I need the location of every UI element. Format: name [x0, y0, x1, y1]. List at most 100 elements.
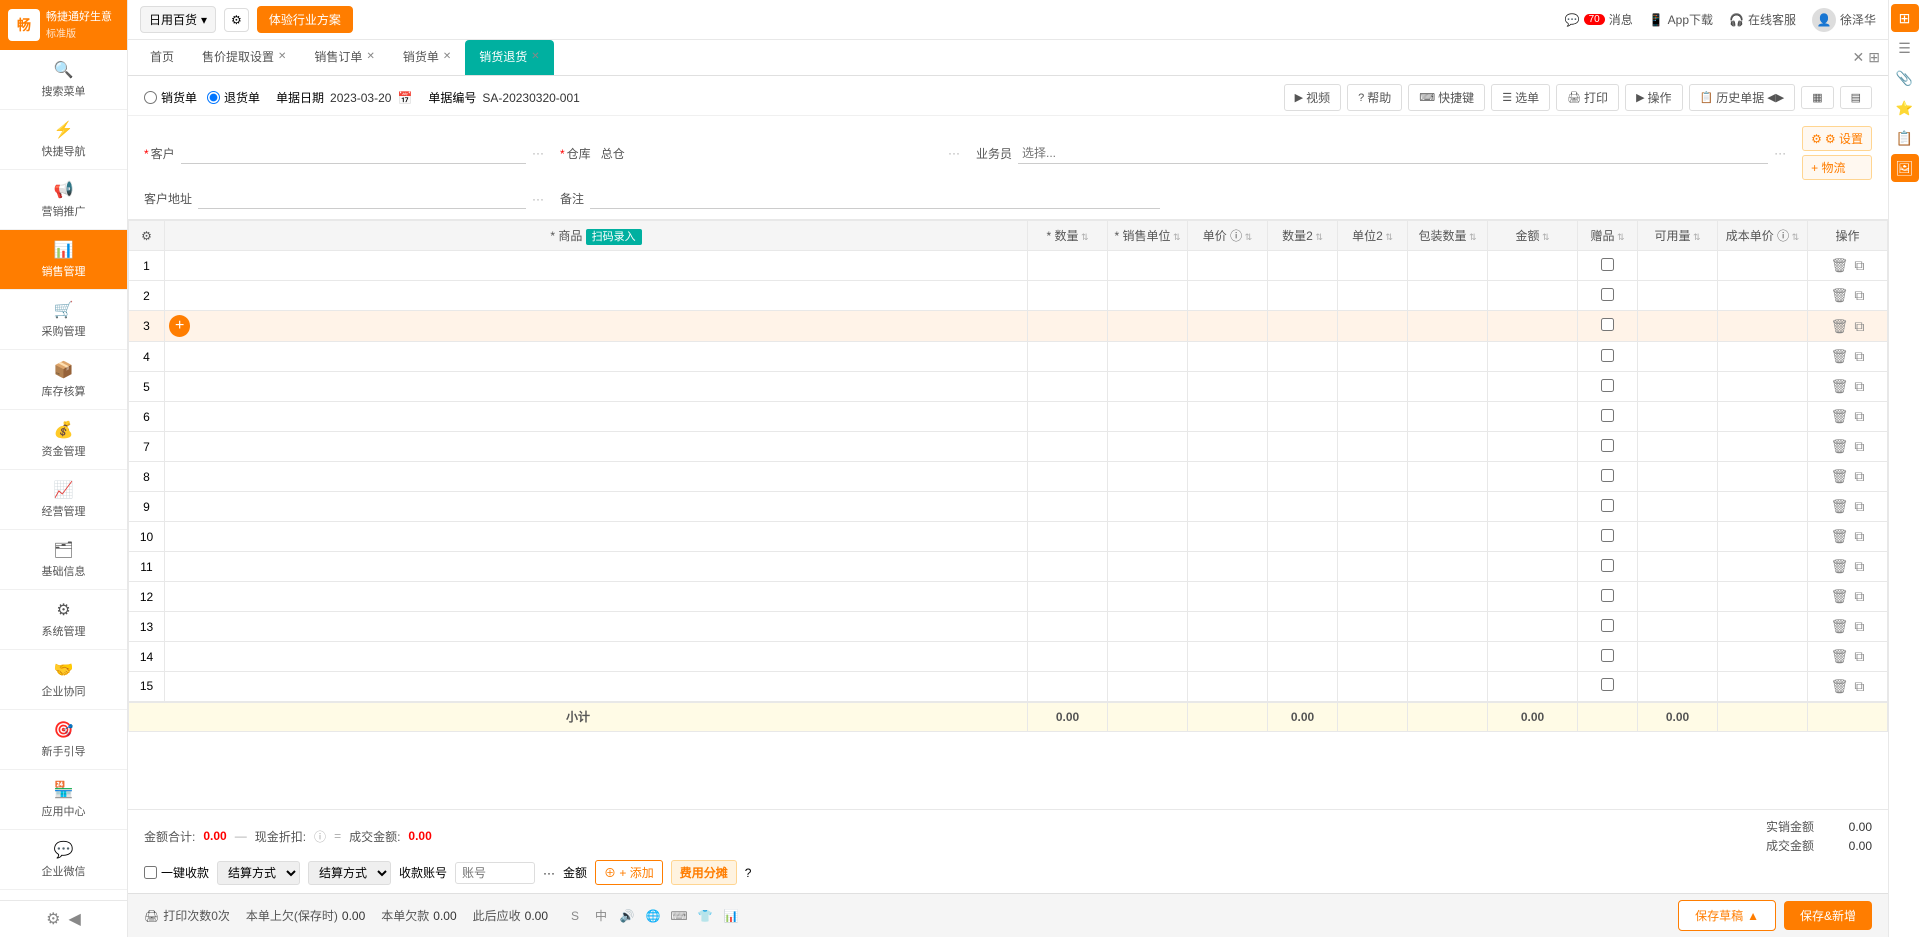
cell-price-3[interactable] — [1188, 311, 1268, 342]
qty-input-9[interactable] — [1032, 500, 1103, 514]
cell-qty-6[interactable] — [1028, 402, 1108, 432]
cell-unit2-14[interactable] — [1338, 642, 1408, 672]
qty-input-12[interactable] — [1032, 590, 1103, 604]
cell-pkg-5[interactable] — [1408, 372, 1488, 402]
cell-unit-1[interactable] — [1108, 251, 1188, 281]
sidebar-item-finance[interactable]: 💰 资金管理 — [0, 410, 127, 470]
row-delete-btn-2[interactable]: 🗑 — [1831, 287, 1849, 304]
operate-btn[interactable]: ▶ 操作 — [1625, 84, 1682, 111]
sidebar-item-guide[interactable]: 🎯 新手引导 — [0, 710, 127, 770]
online-service-item[interactable]: 🎧 在线客服 — [1729, 11, 1796, 28]
sidebar-settings-btn[interactable]: ⚙ — [46, 909, 60, 929]
cell-gift-3[interactable] — [1578, 311, 1638, 342]
cell-gift-7[interactable] — [1578, 432, 1638, 462]
sidebar-item-sales[interactable]: 📊 销售管理 — [0, 230, 127, 290]
cell-amount-7[interactable] — [1488, 432, 1578, 462]
row-copy-btn-12[interactable]: ⧉ — [1854, 588, 1864, 605]
cell-qty2-2[interactable] — [1268, 281, 1338, 311]
row-delete-btn-12[interactable]: 🗑 — [1831, 588, 1849, 605]
cell-cost-7[interactable] — [1718, 432, 1808, 462]
cell-amount-3[interactable] — [1488, 311, 1578, 342]
cell-qty2-6[interactable] — [1268, 402, 1338, 432]
app-download-item[interactable]: 📱 App下载 — [1649, 11, 1713, 28]
cell-pkg-3[interactable] — [1408, 311, 1488, 342]
cell-product-15[interactable] — [165, 672, 1028, 702]
cell-unit2-3[interactable] — [1338, 311, 1408, 342]
gift-checkbox-13[interactable] — [1601, 619, 1614, 632]
right-panel-btn-2[interactable]: ☰ — [1891, 34, 1919, 62]
sidebar-item-operation[interactable]: 📈 经营管理 — [0, 470, 127, 530]
cell-gift-11[interactable] — [1578, 552, 1638, 582]
radio-return-input[interactable] — [207, 91, 220, 104]
cell-unit-3[interactable] — [1108, 311, 1188, 342]
cell-price-12[interactable] — [1188, 582, 1268, 612]
cell-amount-9[interactable] — [1488, 492, 1578, 522]
cell-unit2-10[interactable] — [1338, 522, 1408, 552]
cell-gift-14[interactable] — [1578, 642, 1638, 672]
cell-product-9[interactable] — [165, 492, 1028, 522]
row-copy-btn-1[interactable]: ⧉ — [1854, 257, 1864, 274]
cell-unit-5[interactable] — [1108, 372, 1188, 402]
save-new-btn[interactable]: 保存&新增 — [1784, 901, 1872, 930]
cell-unit2-6[interactable] — [1338, 402, 1408, 432]
th-cost[interactable]: 成本单价 ⓘ — [1718, 221, 1808, 251]
cell-product-1[interactable] — [165, 251, 1028, 281]
cell-qty-3[interactable] — [1028, 311, 1108, 342]
cell-qty2-7[interactable] — [1268, 432, 1338, 462]
cell-qty2-14[interactable] — [1268, 642, 1338, 672]
qty-input-6[interactable] — [1032, 410, 1103, 424]
gift-checkbox-8[interactable] — [1601, 469, 1614, 482]
sales-person-dots[interactable]: ··· — [1774, 146, 1786, 160]
right-panel-btn-6[interactable]: 🖼 — [1891, 154, 1919, 182]
cell-cost-5[interactable] — [1718, 372, 1808, 402]
cell-amount-8[interactable] — [1488, 462, 1578, 492]
one-key-pay-checkbox[interactable]: 一键收款 — [144, 864, 209, 881]
split-question-icon[interactable]: ? — [745, 866, 752, 880]
row-copy-btn-13[interactable]: ⧉ — [1854, 618, 1864, 635]
save-draft-btn[interactable]: 保存草稿 ▲ — [1678, 900, 1776, 931]
gift-checkbox-4[interactable] — [1601, 349, 1614, 362]
th-gift[interactable]: 赠品 — [1578, 221, 1638, 251]
history-btn[interactable]: 📋 历史单据◀▶ — [1689, 84, 1796, 111]
row-delete-btn-9[interactable]: 🗑 — [1831, 498, 1849, 515]
cell-unit-2[interactable] — [1108, 281, 1188, 311]
tab-home[interactable]: 首页 — [136, 40, 188, 75]
cell-avail-15[interactable] — [1638, 672, 1718, 702]
cell-unit2-2[interactable] — [1338, 281, 1408, 311]
cell-product-11[interactable] — [165, 552, 1028, 582]
cell-amount-15[interactable] — [1488, 672, 1578, 702]
experience-btn[interactable]: 体验行业方案 — [257, 6, 353, 33]
gift-checkbox-15[interactable] — [1601, 678, 1614, 691]
cell-avail-14[interactable] — [1638, 642, 1718, 672]
row-copy-btn-5[interactable]: ⧉ — [1854, 378, 1864, 395]
cell-avail-3[interactable] — [1638, 311, 1718, 342]
cell-price-8[interactable] — [1188, 462, 1268, 492]
cell-amount-14[interactable] — [1488, 642, 1578, 672]
cell-amount-4[interactable] — [1488, 342, 1578, 372]
row-delete-btn-15[interactable]: 🗑 — [1831, 678, 1849, 695]
cell-pkg-2[interactable] — [1408, 281, 1488, 311]
video-btn[interactable]: ▶ 视频 — [1284, 84, 1341, 111]
cell-cost-8[interactable] — [1718, 462, 1808, 492]
th-settings[interactable]: ⚙ — [129, 221, 165, 251]
right-panel-btn-1[interactable]: ⊞ — [1891, 4, 1919, 32]
cell-avail-9[interactable] — [1638, 492, 1718, 522]
cell-product-7[interactable] — [165, 432, 1028, 462]
cell-cost-4[interactable] — [1718, 342, 1808, 372]
industry-selector[interactable]: 日用百货 ▾ — [140, 6, 216, 33]
tab-sale-price[interactable]: 售价提取设置 ✕ — [188, 40, 300, 75]
cell-avail-13[interactable] — [1638, 612, 1718, 642]
cell-cost-9[interactable] — [1718, 492, 1808, 522]
cell-pkg-13[interactable] — [1408, 612, 1488, 642]
cell-unit2-9[interactable] — [1338, 492, 1408, 522]
gift-checkbox-14[interactable] — [1601, 649, 1614, 662]
cell-cost-6[interactable] — [1718, 402, 1808, 432]
right-panel-btn-5[interactable]: 📋 — [1891, 124, 1919, 152]
cell-product-4[interactable] — [165, 342, 1028, 372]
cell-unit-7[interactable] — [1108, 432, 1188, 462]
gift-checkbox-1[interactable] — [1601, 258, 1614, 271]
account-no-input[interactable] — [455, 862, 535, 884]
customer-input[interactable] — [181, 143, 526, 164]
cell-avail-5[interactable] — [1638, 372, 1718, 402]
cell-cost-15[interactable] — [1718, 672, 1808, 702]
